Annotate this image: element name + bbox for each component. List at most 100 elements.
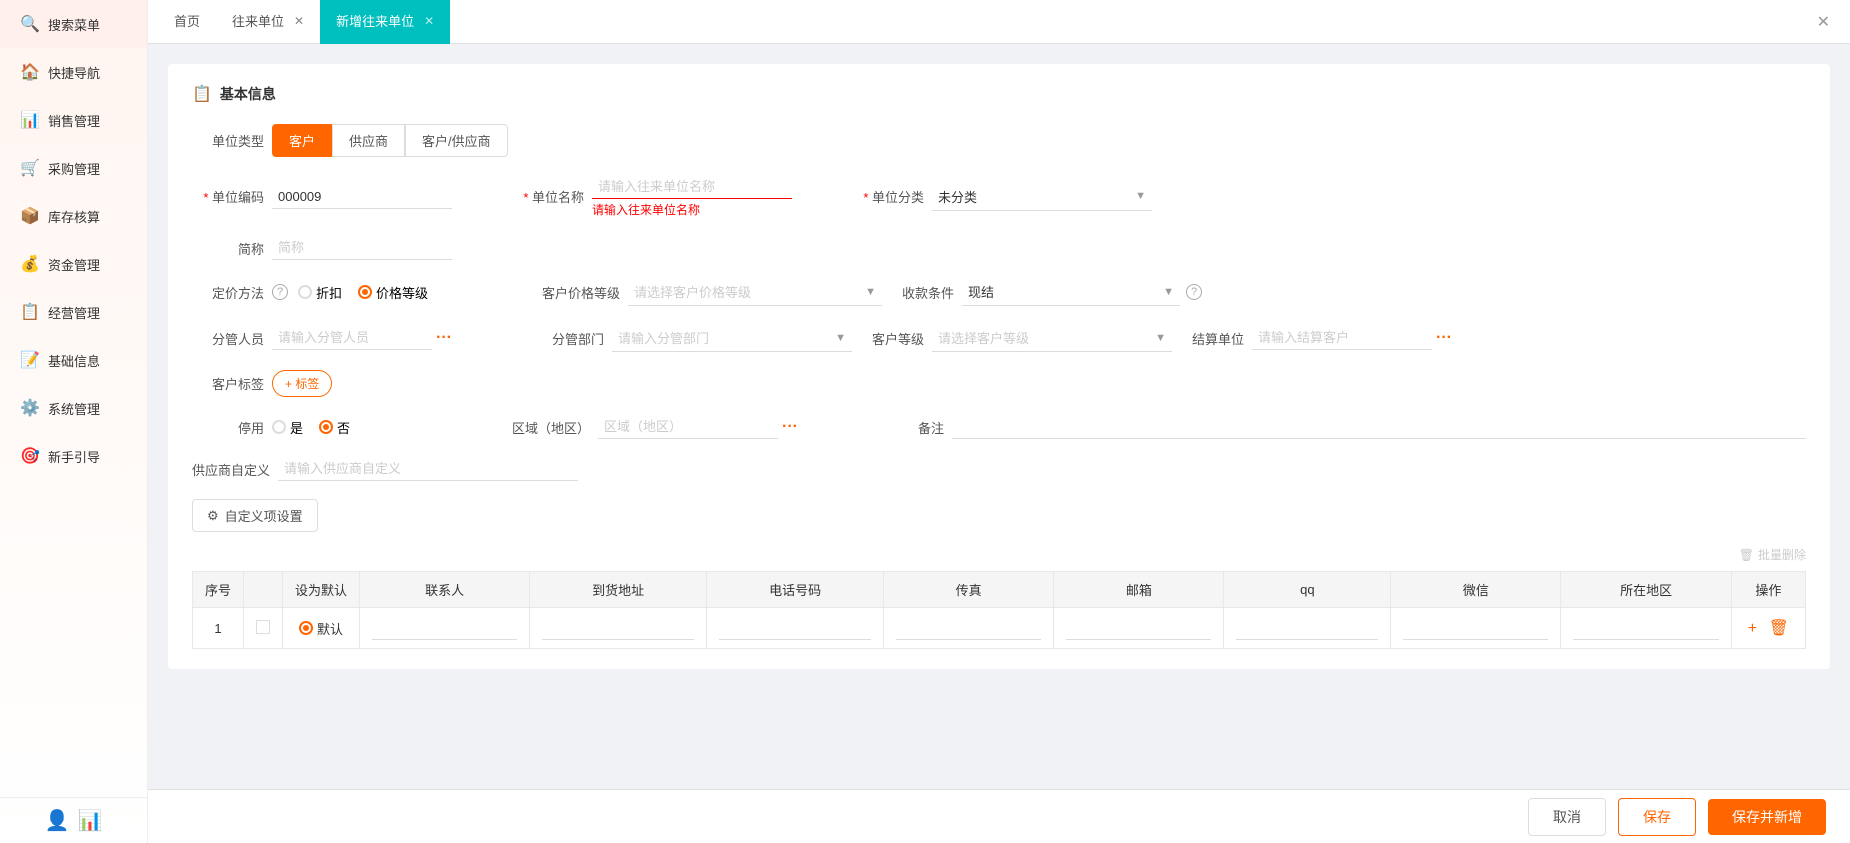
row-region[interactable] [1561,608,1731,649]
user-icon[interactable]: 👤 [45,808,70,833]
row-fax-input[interactable] [896,616,1041,640]
row-region-input[interactable] [1573,616,1718,640]
sidebar-item-quick-nav[interactable]: 🏠 快捷导航 [0,48,147,96]
tab-partner-label: 往来单位 [232,11,284,30]
code-input[interactable] [272,185,452,209]
close-window-button[interactable]: ✕ [1807,12,1840,32]
row-contact[interactable] [360,608,530,649]
discount-radio-label: 折扣 [316,283,342,302]
settle-unit-more-btn[interactable]: ··· [1432,329,1456,347]
tab-new-partner[interactable]: 新增往来单位 ✕ [320,0,450,44]
row-email[interactable] [1054,608,1224,649]
row-delete-button[interactable]: 🗑 [1765,618,1793,638]
save-button[interactable]: 保存 [1618,798,1696,836]
row-address[interactable] [530,608,707,649]
sidebar-label-inventory: 库存核算 [48,207,100,226]
name-error-text: 请输入往来单位名称 [592,201,852,218]
sidebar-item-basic[interactable]: 📝 基础信息 [0,336,147,384]
batch-delete-bar: 🗑 批量删除 [192,546,1806,563]
home-icon: 🏠 [20,62,40,82]
customer-level-group: 客户等级 请选择客户等级 ▼ [852,324,1172,352]
disabled-row: 停用 是 否 区域（地区） ··· [192,415,1806,439]
sales-icon: 📊 [20,110,40,130]
pricing-radio-price-level[interactable]: 价格等级 [358,283,428,302]
tab-new-partner-close[interactable]: ✕ [424,14,434,28]
sidebar-bottom: 👤 📊 [0,797,147,843]
tab-home[interactable]: 首页 [158,0,216,44]
cancel-button[interactable]: 取消 [1528,798,1606,836]
row-add-button[interactable]: + [1744,620,1761,638]
sidebar: 🔍 搜索菜单 🏠 快捷导航 📊 销售管理 🛒 采购管理 📦 库存核算 💰 资金管… [0,0,148,843]
row-wechat[interactable] [1391,608,1561,649]
row-phone-input[interactable] [719,616,871,640]
name-input[interactable] [592,175,792,199]
sidebar-item-guide[interactable]: 🎯 新手引导 [0,432,147,480]
form-card: 📋 基本信息 单位类型 客户 供应商 客户/供应商 单位编码 [168,64,1830,669]
save-new-button[interactable]: 保存并新增 [1708,799,1826,835]
type-btn-both[interactable]: 客户/供应商 [405,124,508,157]
settle-unit-group: 结算单位 ··· [1172,326,1806,350]
sidebar-label-quick-nav: 快捷导航 [48,63,100,82]
col-phone: 电话号码 [707,572,884,608]
pricing-radio-discount[interactable]: 折扣 [298,283,342,302]
type-btn-customer[interactable]: 客户 [272,124,332,157]
short-name-input[interactable] [272,236,452,260]
row-phone[interactable] [707,608,884,649]
row-default-radio[interactable]: 默认 [295,619,347,638]
chart-icon[interactable]: 📊 [78,808,103,833]
basic-icon: 📝 [20,350,40,370]
manager-more-btn[interactable]: ··· [432,329,456,347]
sidebar-label-search: 搜索菜单 [48,15,100,34]
row-wechat-input[interactable] [1403,616,1548,640]
customer-level-select[interactable]: 请选择客户等级 ▼ [932,324,1172,352]
supplier-custom-group: 供应商自定义 [192,457,1806,481]
custom-settings-button[interactable]: ⚙ 自定义项设置 [192,499,318,532]
tab-partner-close[interactable]: ✕ [294,14,304,28]
type-btn-supplier[interactable]: 供应商 [332,124,405,157]
row-checkbox-box[interactable] [256,620,270,634]
sidebar-item-finance[interactable]: 💰 资金管理 [0,240,147,288]
pricing-help-icon[interactable]: ? [272,284,288,300]
region-input[interactable] [598,415,778,439]
price-level-radio-circle [358,285,372,299]
payment-value: 现结 [968,282,994,301]
sidebar-item-purchase[interactable]: 🛒 采购管理 [0,144,147,192]
disabled-radio-no[interactable]: 否 [319,418,350,437]
dept-placeholder: 请输入分管部门 [618,328,709,347]
code-group: 单位编码 [192,185,512,209]
category-select[interactable]: 未分类 ▼ [932,183,1152,211]
pricing-radio-group: 折扣 价格等级 [298,283,428,302]
payment-select[interactable]: 现结 ▼ [962,278,1180,306]
col-region: 所在地区 [1561,572,1731,608]
row-fax[interactable] [884,608,1054,649]
row-qq-input[interactable] [1236,616,1378,640]
settle-unit-input[interactable] [1252,326,1432,350]
add-tag-button[interactable]: + 标签 [272,370,332,397]
row-address-input[interactable] [542,616,694,640]
customer-price-select[interactable]: 请选择客户价格等级 ▼ [628,278,882,306]
col-default: 设为默认 [283,572,360,608]
supplier-custom-row: 供应商自定义 [192,457,1806,481]
row-qq[interactable] [1224,608,1391,649]
row-email-input[interactable] [1066,616,1211,640]
sidebar-item-inventory[interactable]: 📦 库存核算 [0,192,147,240]
row-contact-input[interactable] [372,616,517,640]
tab-partner[interactable]: 往来单位 ✕ [216,0,320,44]
short-name-row: 简称 [192,236,1806,260]
region-label: 区域（地区） [512,418,598,437]
sidebar-item-ops[interactable]: 📋 经营管理 [0,288,147,336]
payment-help-icon[interactable]: ? [1186,284,1202,300]
dept-select[interactable]: 请输入分管部门 ▼ [612,324,852,352]
supplier-custom-input[interactable] [278,457,578,481]
remark-input[interactable] [952,415,1806,439]
name-input-wrap: 请输入往来单位名称 [592,175,852,218]
disabled-label: 停用 [192,418,272,437]
sidebar-item-search[interactable]: 🔍 搜索菜单 [0,0,147,48]
region-more-btn[interactable]: ··· [778,418,802,436]
manager-input[interactable] [272,326,432,350]
name-group: 单位名称 请输入往来单位名称 [512,175,852,218]
row-checkbox[interactable] [244,608,283,649]
disabled-radio-yes[interactable]: 是 [272,418,303,437]
sidebar-item-system[interactable]: ⚙️ 系统管理 [0,384,147,432]
sidebar-item-sales[interactable]: 📊 销售管理 [0,96,147,144]
